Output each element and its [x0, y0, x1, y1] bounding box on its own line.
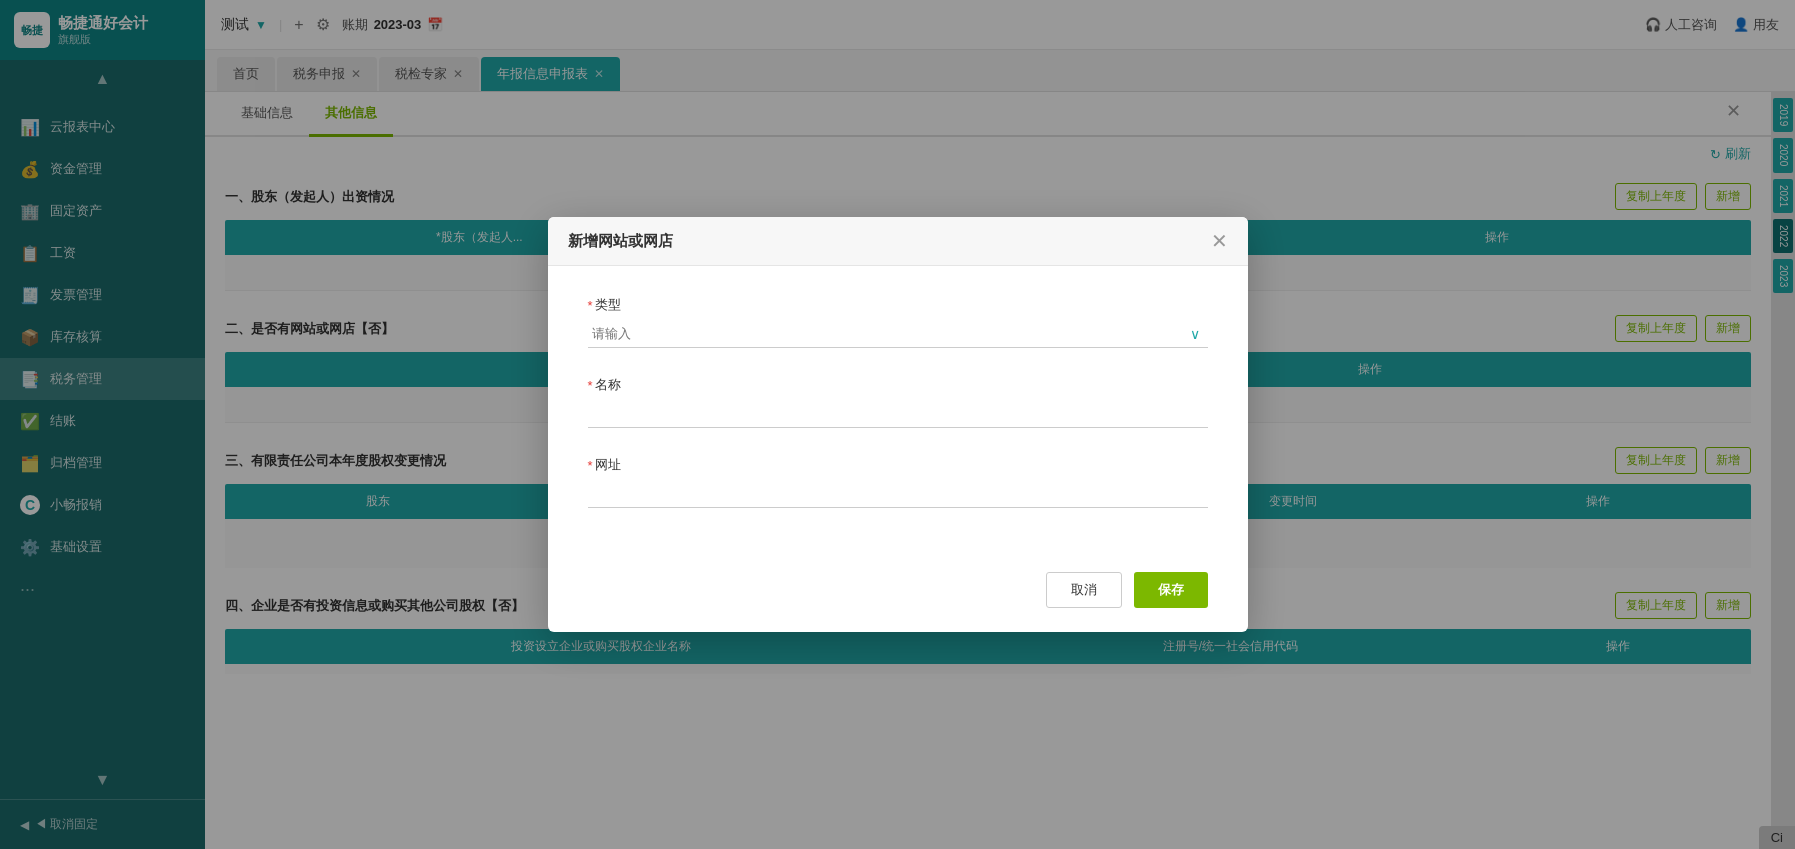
url-label: * 网址 — [588, 456, 1208, 474]
type-input[interactable] — [588, 320, 1208, 348]
form-row-type: * 类型 ∨ — [588, 296, 1208, 348]
modal-body: * 类型 ∨ * 名称 * 网址 — [548, 266, 1248, 556]
type-select-wrapper: ∨ — [588, 320, 1208, 348]
name-input[interactable] — [588, 400, 1208, 428]
modal-footer: 取消 保存 — [548, 556, 1248, 632]
form-row-name: * 名称 — [588, 376, 1208, 428]
modal-overlay: 新增网站或网店 ✕ * 类型 ∨ * 名称 — [0, 0, 1795, 849]
modal-close-btn[interactable]: ✕ — [1211, 231, 1228, 251]
url-input[interactable] — [588, 480, 1208, 508]
modal-title: 新增网站或网店 — [568, 232, 673, 251]
cancel-btn[interactable]: 取消 — [1046, 572, 1122, 608]
modal-header: 新增网站或网店 ✕ — [548, 217, 1248, 266]
type-label: * 类型 — [588, 296, 1208, 314]
save-btn[interactable]: 保存 — [1134, 572, 1208, 608]
modal-add-website: 新增网站或网店 ✕ * 类型 ∨ * 名称 — [548, 217, 1248, 632]
name-label: * 名称 — [588, 376, 1208, 394]
form-row-url: * 网址 — [588, 456, 1208, 508]
